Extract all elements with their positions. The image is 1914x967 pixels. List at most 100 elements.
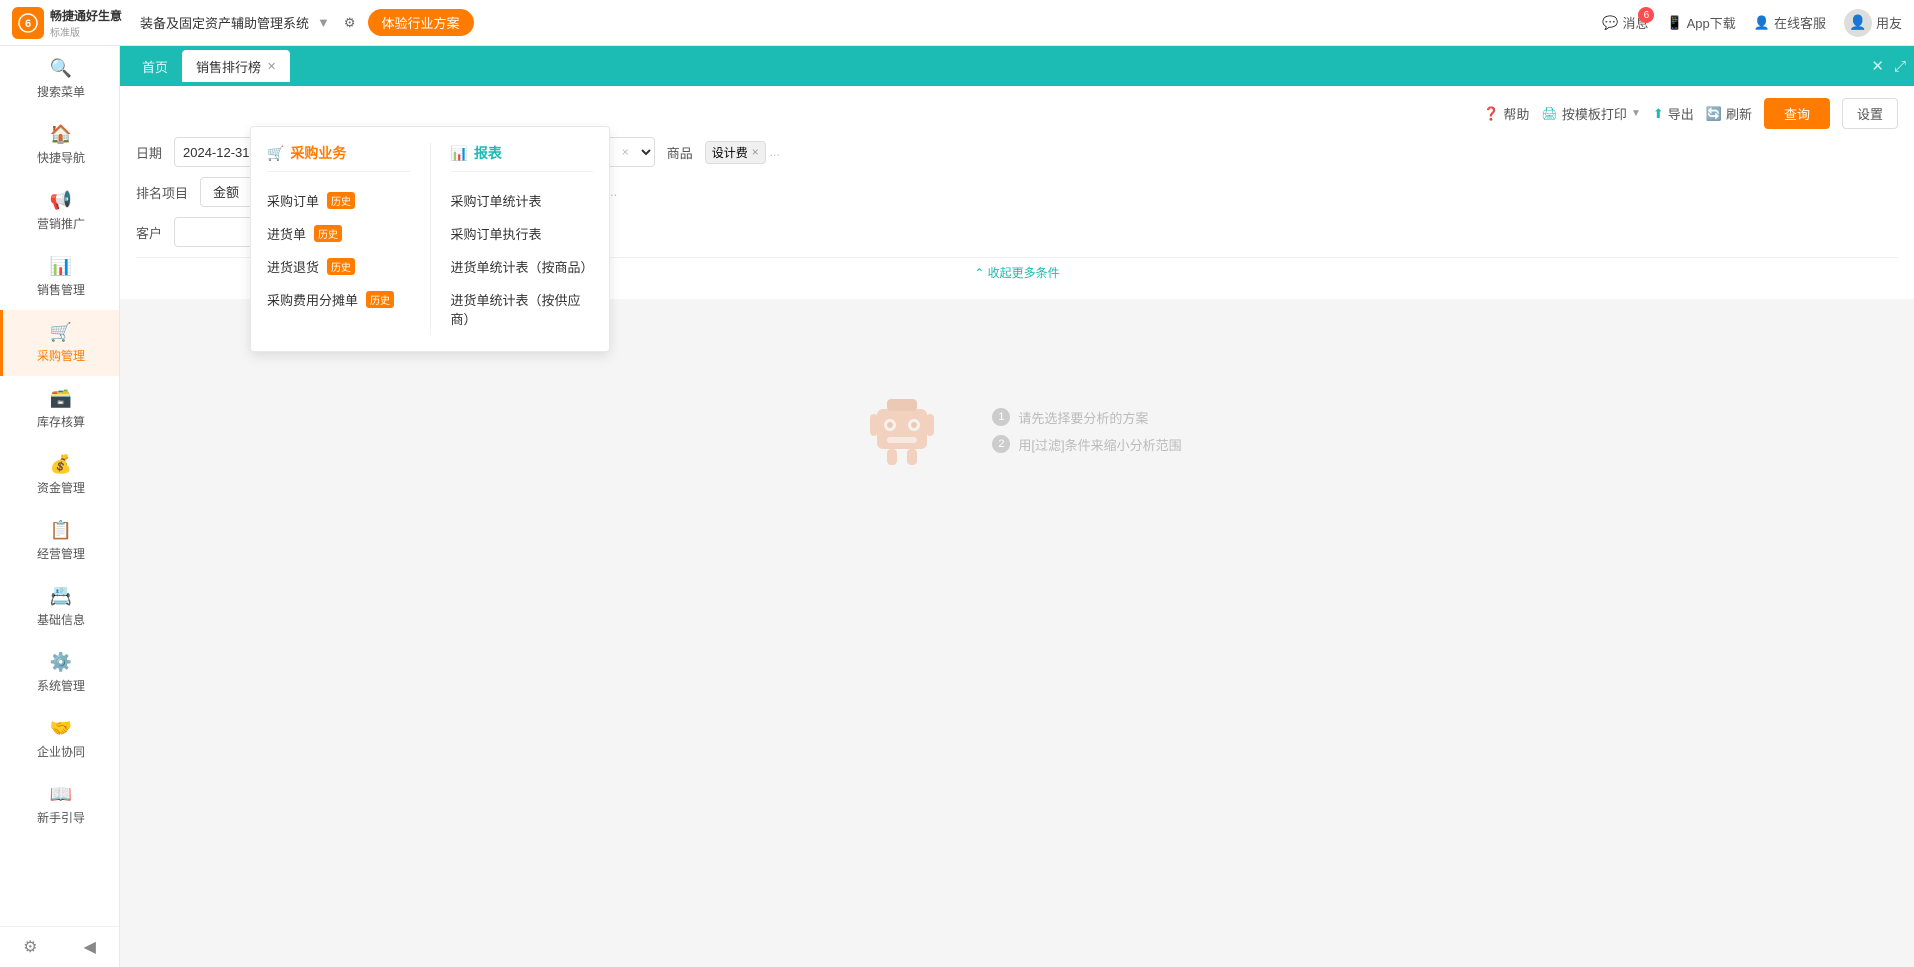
- incoming-stat-goods-label: 进货单统计表（按商品）: [451, 257, 594, 276]
- tab-close-all-icon[interactable]: ✕: [1871, 57, 1884, 75]
- empty-tip-2-text: 用[过滤]条件来缩小分析范围: [1018, 435, 1181, 454]
- finance-icon: 💰: [50, 454, 72, 475]
- system-dropdown-arrow[interactable]: ▼: [317, 15, 330, 30]
- sidebar-item-inventory[interactable]: 🗃️ 库存核算: [0, 376, 119, 442]
- sidebar: 🔍 搜索菜单 🏠 快捷导航 📢 营销推广 📊 销售管理 🛒 采购管理 🗃️ 库存…: [0, 46, 120, 967]
- date-filter-label: 日期: [136, 143, 162, 162]
- settings-btn[interactable]: 设置: [1842, 98, 1898, 129]
- sidebar-item-basic-info[interactable]: 📇 基础信息: [0, 574, 119, 640]
- home-icon: 🏠: [50, 124, 72, 145]
- empty-tip-1: 1 请先选择要分析的方案: [992, 408, 1181, 427]
- purchase-col-title-text: 采购业务: [290, 143, 346, 163]
- cost-label: 采购费用分摊单: [267, 290, 358, 309]
- menu-column-divider: [430, 143, 431, 335]
- rank-filter-label: 排名项目: [136, 183, 188, 202]
- user-name-label: 用友: [1876, 13, 1902, 32]
- filter-toolbar: ❓ 帮助 🖨 按模板打印 ▼ ⬆ 导出 🔄 刷新: [136, 98, 1898, 129]
- sidebar-item-quick-nav[interactable]: 🏠 快捷导航: [0, 112, 119, 178]
- dropdown-menu: 🛒 采购业务 采购订单 历史 进货单 历史 进货退货 历史: [250, 126, 610, 352]
- purchase-menu-column: 🛒 采购业务 采购订单 历史 进货单 历史 进货退货 历史: [267, 143, 410, 335]
- sidebar-label-guide: 新手引导: [37, 809, 85, 826]
- sidebar-item-system[interactable]: ⚙️ 系统管理: [0, 640, 119, 706]
- menu-item-incoming-stat-supplier[interactable]: 进货单统计表（按供应商）: [451, 283, 594, 335]
- sidebar-item-purchase[interactable]: 🛒 采购管理: [0, 310, 119, 376]
- empty-robot-icon: [852, 379, 952, 479]
- user-area[interactable]: 👤 用友: [1844, 9, 1902, 37]
- svg-text:6: 6: [25, 18, 31, 30]
- tab-close-icon[interactable]: ✕: [267, 60, 276, 73]
- query-btn[interactable]: 查询: [1764, 98, 1830, 129]
- basic-info-icon: 📇: [50, 586, 72, 607]
- content-area: 首页 销售排行榜 ✕ ✕ ⤢ ❓ 帮助: [120, 46, 1914, 967]
- goods-more-icon[interactable]: ...: [770, 145, 780, 159]
- sidebar-label-inventory: 库存核算: [37, 413, 85, 430]
- sidebar-item-finance[interactable]: 💰 资金管理: [0, 442, 119, 508]
- message-btn[interactable]: 💬 消息 6: [1602, 13, 1648, 32]
- sidebar-item-sales[interactable]: 📊 销售管理: [0, 244, 119, 310]
- return-history-badge: 历史: [327, 258, 355, 275]
- goods-tag: 设计费 ×: [705, 141, 766, 164]
- goods-tag-close[interactable]: ×: [752, 145, 759, 159]
- incoming-history-badge: 历史: [314, 225, 342, 242]
- sidebar-label-enterprise: 企业协同: [37, 743, 85, 760]
- sidebar-label-quick-nav: 快捷导航: [37, 149, 85, 166]
- sidebar-item-search-menu[interactable]: 🔍 搜索菜单: [0, 46, 119, 112]
- tab-sales-ranking[interactable]: 销售排行榜 ✕: [182, 50, 290, 82]
- customer-filter-label: 客户: [136, 223, 162, 242]
- sidebar-item-enterprise[interactable]: 🤝 企业协同: [0, 706, 119, 772]
- purchase-col-icon: 🛒: [267, 145, 284, 162]
- sidebar-item-guide[interactable]: 📖 新手引导: [0, 772, 119, 838]
- sidebar-settings-btn[interactable]: ⚙: [23, 937, 37, 957]
- purchase-order-history-badge: 历史: [327, 192, 355, 209]
- tab-home[interactable]: 首页: [128, 50, 182, 82]
- sidebar-label-operations: 经营管理: [37, 545, 85, 562]
- menu-item-return[interactable]: 进货退货 历史: [267, 250, 410, 283]
- sidebar-label-basic-info: 基础信息: [37, 611, 85, 628]
- sidebar-item-marketing[interactable]: 📢 营销推广: [0, 178, 119, 244]
- guide-icon: 📖: [50, 784, 72, 805]
- sidebar-label-sales: 销售管理: [37, 281, 85, 298]
- system-icon: ⚙️: [50, 652, 72, 673]
- tip-num-1: 1: [992, 408, 1010, 426]
- top-header: 6 畅捷通好生意 标准版 装备及固定资产辅助管理系统 ▼ ⚙ 体验行业方案 💬 …: [0, 0, 1914, 46]
- app-download-btn[interactable]: 📱 App下载: [1666, 13, 1735, 32]
- logo-svg: 6: [18, 13, 38, 33]
- operations-icon: 📋: [50, 520, 72, 541]
- empty-row: 1 请先选择要分析的方案 2 用[过滤]条件来缩小分析范围: [852, 379, 1181, 482]
- report-menu-column: 📊 报表 采购订单统计表 采购订单执行表 进货单统计表（按商品） 进货单统计表（…: [451, 143, 594, 335]
- tab-expand-icon[interactable]: ⤢: [1894, 58, 1906, 75]
- notification-badge: 6: [1638, 7, 1654, 23]
- goods-tag-text: 设计费: [712, 144, 748, 161]
- sidebar-label-finance: 资金管理: [37, 479, 85, 496]
- tab-home-label: 首页: [142, 57, 168, 76]
- inventory-icon: 🗃️: [50, 388, 72, 409]
- phone-icon: 📱: [1666, 15, 1682, 31]
- help-btn[interactable]: ❓ 帮助: [1483, 104, 1529, 123]
- purchase-col-title: 🛒 采购业务: [267, 143, 410, 172]
- menu-item-purchase-order[interactable]: 采购订单 历史: [267, 184, 410, 217]
- menu-item-cost[interactable]: 采购费用分摊单 历史: [267, 283, 410, 316]
- service-icon: 👤: [1754, 15, 1770, 31]
- sidebar-item-operations[interactable]: 📋 经营管理: [0, 508, 119, 574]
- menu-item-order-stat[interactable]: 采购订单统计表: [451, 184, 594, 217]
- menu-item-incoming-stat-goods[interactable]: 进货单统计表（按商品）: [451, 250, 594, 283]
- export-btn[interactable]: ⬆ 导出: [1653, 104, 1694, 123]
- main-layout: 🔍 搜索菜单 🏠 快捷导航 📢 营销推广 📊 销售管理 🛒 采购管理 🗃️ 库存…: [0, 46, 1914, 967]
- online-service-btn[interactable]: 👤 在线客服: [1754, 13, 1826, 32]
- help-icon: ❓: [1483, 106, 1499, 122]
- print-btn[interactable]: 🖨 按模板打印 ▼: [1541, 104, 1640, 123]
- status-clear-icon[interactable]: ×: [622, 145, 629, 159]
- purchase-order-label: 采购订单: [267, 191, 319, 210]
- trial-btn[interactable]: 体验行业方案: [368, 9, 474, 36]
- sales-icon: 📊: [50, 256, 72, 277]
- logo-sub-text: 标准版: [50, 24, 122, 39]
- system-settings-icon[interactable]: ⚙: [344, 15, 356, 31]
- tip-num-2: 2: [992, 435, 1010, 453]
- menu-item-incoming[interactable]: 进货单 历史: [267, 217, 410, 250]
- sidebar-collapse-btn[interactable]: ◀: [84, 937, 96, 957]
- print-dropdown-arrow[interactable]: ▼: [1631, 108, 1641, 119]
- refresh-btn[interactable]: 🔄 刷新: [1706, 104, 1752, 123]
- menu-item-order-exec[interactable]: 采购订单执行表: [451, 217, 594, 250]
- return-label: 进货退货: [267, 257, 319, 276]
- goods-filter-wrap: 设计费 × ...: [705, 141, 780, 164]
